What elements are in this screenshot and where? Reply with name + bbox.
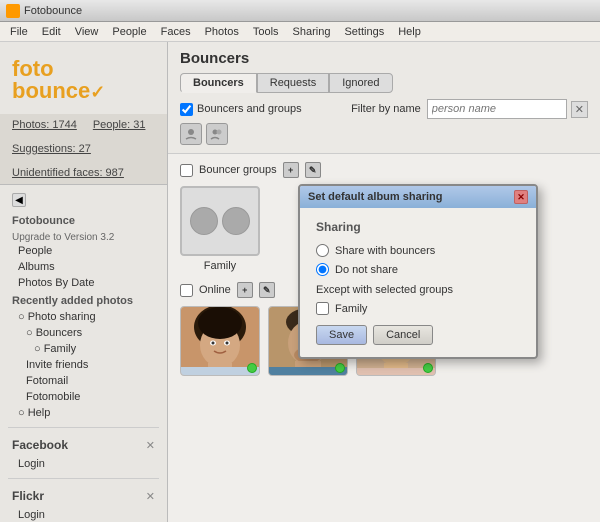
group-avatar-btn[interactable] [206, 123, 228, 145]
dialog-family-label[interactable]: Family [335, 303, 367, 315]
bouncers-groups-checkbox-label[interactable]: Bouncers and groups [180, 103, 302, 116]
sidebar-collapse-btn[interactable]: ◀ [12, 193, 26, 207]
sidebar-recently-label: Recently added photos [0, 291, 167, 309]
nav-tab-unidentified[interactable]: Unidentified faces: 987 [8, 165, 128, 181]
dialog-buttons: Save Cancel [316, 325, 520, 345]
dialog-title: Set default album sharing [308, 191, 442, 203]
nav-tab-photos[interactable]: Photos: 1744 [8, 117, 81, 133]
content-area: Bouncers Bouncers Requests Ignored Bounc… [168, 42, 600, 522]
dialog-close-btn[interactable]: ✕ [514, 190, 528, 204]
radio-share-bouncers[interactable] [316, 244, 329, 257]
filter-label: Filter by name [351, 103, 421, 115]
sidebar-divider-1 [8, 427, 159, 428]
sidebar-bouncers[interactable]: ○ Bouncers [0, 325, 167, 341]
filter-input[interactable] [427, 99, 567, 119]
nav-tab-people[interactable]: People: 31 [89, 117, 150, 133]
sidebar-flickr-close[interactable]: ✕ [146, 490, 155, 503]
radio-share-bouncers-label[interactable]: Share with bouncers [335, 245, 435, 257]
dialog-overlay: Set default album sharing ✕ Sharing Shar… [168, 154, 600, 522]
sidebar-albums[interactable]: Albums [0, 259, 167, 275]
menu-settings[interactable]: Settings [338, 24, 390, 40]
sharing-dialog: Set default album sharing ✕ Sharing Shar… [298, 184, 538, 359]
radio-do-not-share[interactable] [316, 263, 329, 276]
dialog-title-bar: Set default album sharing ✕ [300, 186, 536, 208]
content-body: Bouncer groups + ✎ Family [168, 154, 600, 522]
sidebar-fotomobile[interactable]: Fotomobile [0, 389, 167, 405]
sidebar-family[interactable]: ○ Family [0, 341, 167, 357]
sidebar-label-fotobounce: Fotobounce [0, 211, 167, 229]
dialog-section-title: Sharing [316, 220, 520, 234]
sidebar-flickr-login[interactable]: Login [0, 507, 167, 522]
bouncers-groups-label: Bouncers and groups [197, 103, 302, 115]
nav-tab-suggestions[interactable]: Suggestions: 27 [8, 141, 95, 157]
sidebar-flickr-label: Flickr [12, 489, 44, 503]
menu-sharing[interactable]: Sharing [287, 24, 337, 40]
sidebar-flickr-section: Flickr ✕ [0, 485, 167, 507]
radio-share-bouncers-row: Share with bouncers [316, 244, 520, 257]
nav-tabs: Photos: 1744 People: 31 Suggestions: 27 … [0, 114, 167, 185]
menu-tools[interactable]: Tools [247, 24, 285, 40]
filter-box: Filter by name ✕ [351, 99, 588, 119]
dialog-family-checkbox-row: Family [316, 302, 520, 315]
filter-clear-btn[interactable]: ✕ [571, 101, 588, 118]
sidebar-facebook-label: Facebook [12, 438, 68, 452]
sidebar-facebook-login[interactable]: Login [0, 456, 167, 472]
sidebar-photos-by-date[interactable]: Photos By Date [0, 275, 167, 291]
except-label: Except with selected groups [316, 284, 520, 296]
avatar-icons-row [180, 123, 588, 145]
bouncers-groups-checkbox[interactable] [180, 103, 193, 116]
menu-people[interactable]: People [106, 24, 152, 40]
menu-faces[interactable]: Faces [155, 24, 197, 40]
title-bar: Fotobounce [0, 0, 600, 22]
sidebar-facebook-section: Facebook ✕ [0, 434, 167, 456]
dialog-family-checkbox[interactable] [316, 302, 329, 315]
app-icon [6, 4, 20, 18]
tab-bouncers[interactable]: Bouncers [180, 73, 257, 93]
sidebar-photo-sharing[interactable]: ○ Photo sharing [0, 309, 167, 325]
dialog-body: Sharing Share with bouncers Do not share… [300, 208, 536, 357]
menu-view[interactable]: View [69, 24, 105, 40]
tab-requests[interactable]: Requests [257, 73, 329, 93]
dialog-cancel-btn[interactable]: Cancel [373, 325, 433, 345]
sidebar-help[interactable]: ○ Help [0, 405, 167, 421]
menu-help[interactable]: Help [392, 24, 427, 40]
tab-ignored[interactable]: Ignored [329, 73, 392, 93]
logo-line2: bounce [12, 78, 90, 103]
dialog-save-btn[interactable]: Save [316, 325, 367, 345]
sidebar-facebook-close[interactable]: ✕ [146, 439, 155, 452]
radio-do-not-share-label[interactable]: Do not share [335, 264, 398, 276]
window-title: Fotobounce [24, 5, 82, 17]
menu-bar: File Edit View People Faces Photos Tools… [0, 22, 600, 42]
add-avatar-btn[interactable] [180, 123, 202, 145]
menu-edit[interactable]: Edit [36, 24, 67, 40]
menu-photos[interactable]: Photos [199, 24, 245, 40]
sidebar-fotomail[interactable]: Fotomail [0, 373, 167, 389]
radio-do-not-share-row: Do not share [316, 263, 520, 276]
logo-text: foto bounce✓ [12, 58, 155, 102]
menu-file[interactable]: File [4, 24, 34, 40]
sidebar-divider-2 [8, 478, 159, 479]
sidebar-invite-friends[interactable]: Invite friends [0, 357, 167, 373]
options-row: Bouncers and groups Filter by name ✕ [180, 99, 588, 119]
inner-tabs: Bouncers Requests Ignored [180, 73, 588, 93]
sidebar: foto bounce✓ Photos: 1744 People: 31 Sug… [0, 42, 168, 522]
page-title: Bouncers [180, 50, 588, 67]
logo: foto bounce✓ [0, 50, 167, 114]
content-header: Bouncers Bouncers Requests Ignored Bounc… [168, 42, 600, 154]
